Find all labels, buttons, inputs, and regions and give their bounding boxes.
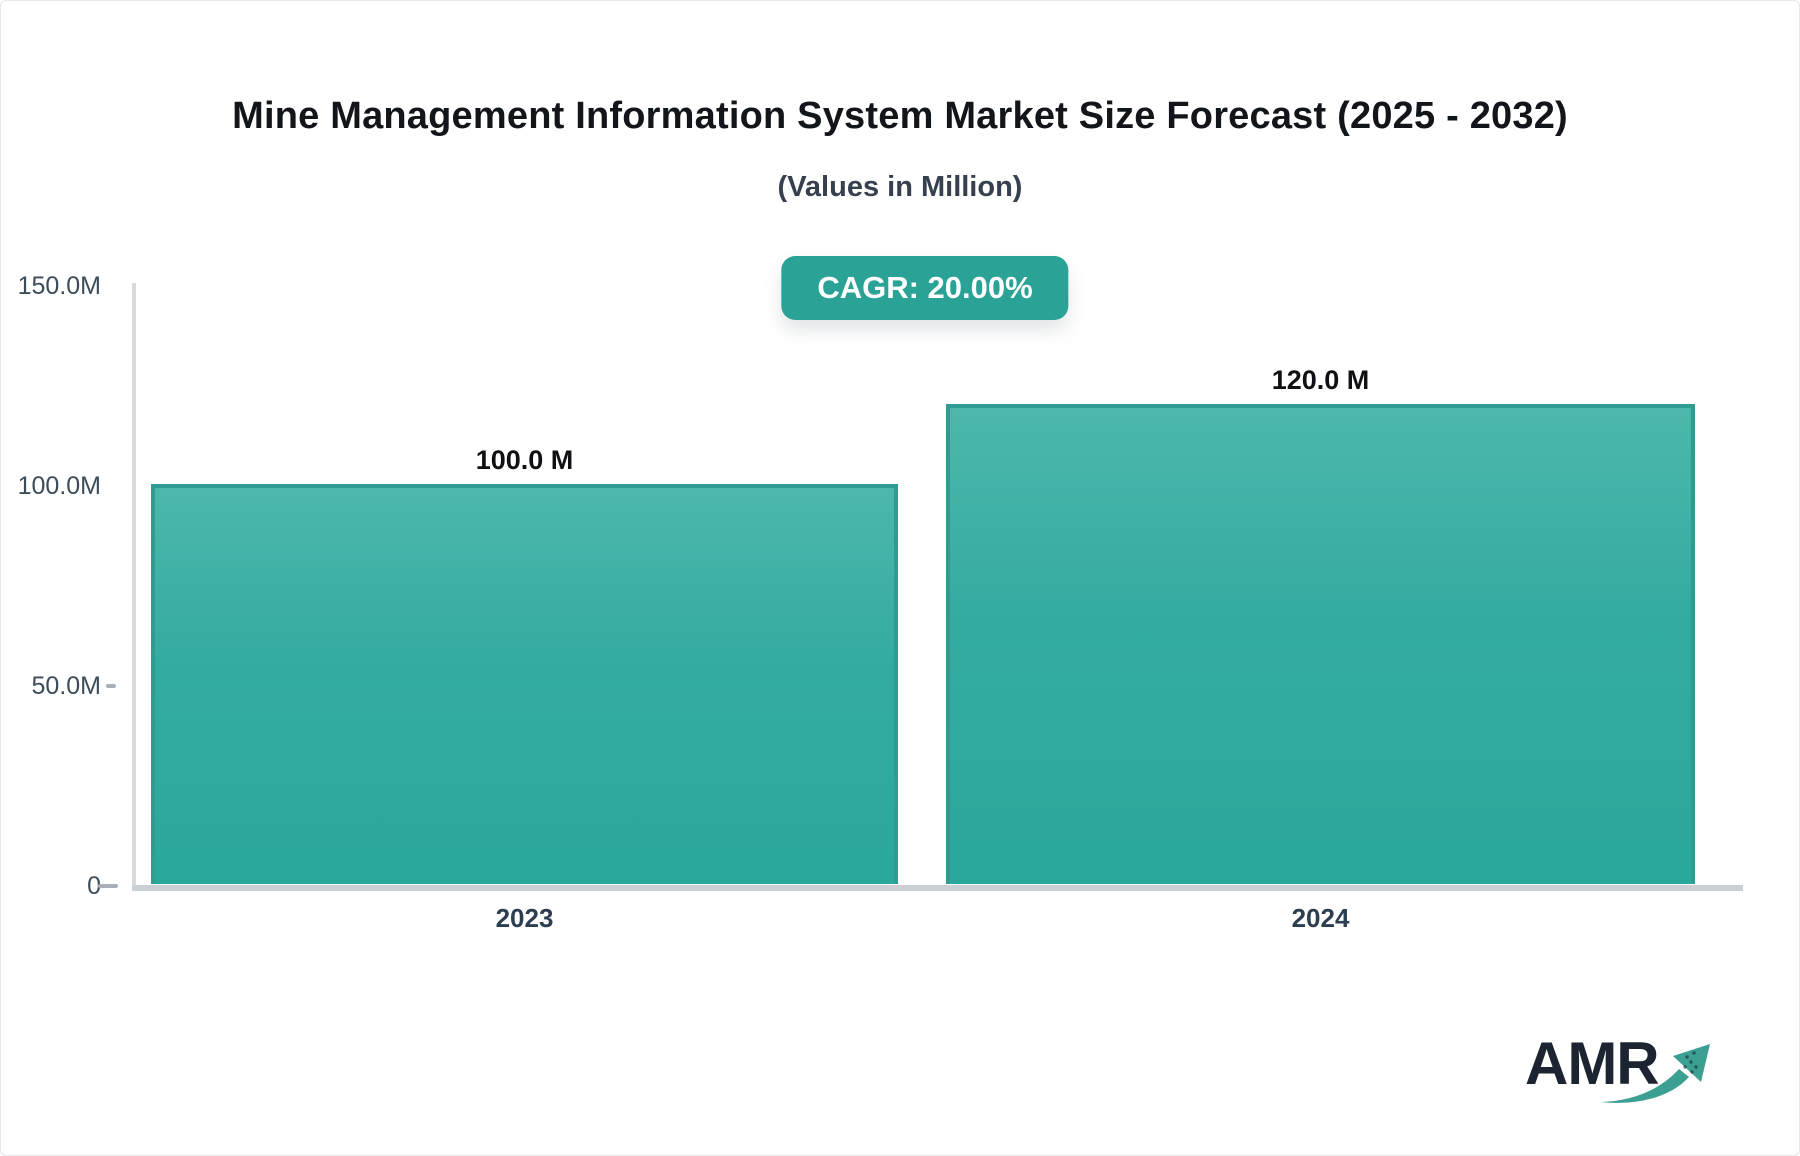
category-label-2024: 2024 <box>946 903 1695 934</box>
y-tick-dash <box>106 684 116 688</box>
x-axis-line <box>132 885 1743 891</box>
chart-canvas: Mine Management Information System Marke… <box>0 0 1800 1156</box>
bar-2024[interactable] <box>946 404 1695 884</box>
bar-2023[interactable] <box>151 484 898 884</box>
category-label-2023: 2023 <box>151 903 898 934</box>
value-label-2023: 100.0 M <box>151 444 898 476</box>
y-tick-0: 0 <box>1 871 132 901</box>
cagr-badge: CAGR: 20.00% <box>781 256 1068 320</box>
value-label-2024: 120.0 M <box>946 364 1695 396</box>
y-axis-line <box>132 283 136 890</box>
amr-logo-arrow-icon <box>1599 1043 1717 1107</box>
y-tick-100.0M: 100.0M <box>1 471 132 501</box>
chart-subtitle: (Values in Million) <box>1 171 1799 204</box>
y-tick-dash <box>98 884 118 888</box>
cagr-badge-label: CAGR: 20.00% <box>817 270 1032 305</box>
amr-logo: AMR <box>1525 1029 1725 1113</box>
y-tick-label: 100.0M <box>18 471 101 501</box>
y-tick-label: 150.0M <box>18 271 101 301</box>
y-tick-label: 50.0M <box>32 671 101 701</box>
y-tick-150.0M: 150.0M <box>1 271 132 301</box>
chart-title: Mine Management Information System Marke… <box>1 95 1799 138</box>
y-tick-50.0M: 50.0M <box>1 671 132 701</box>
